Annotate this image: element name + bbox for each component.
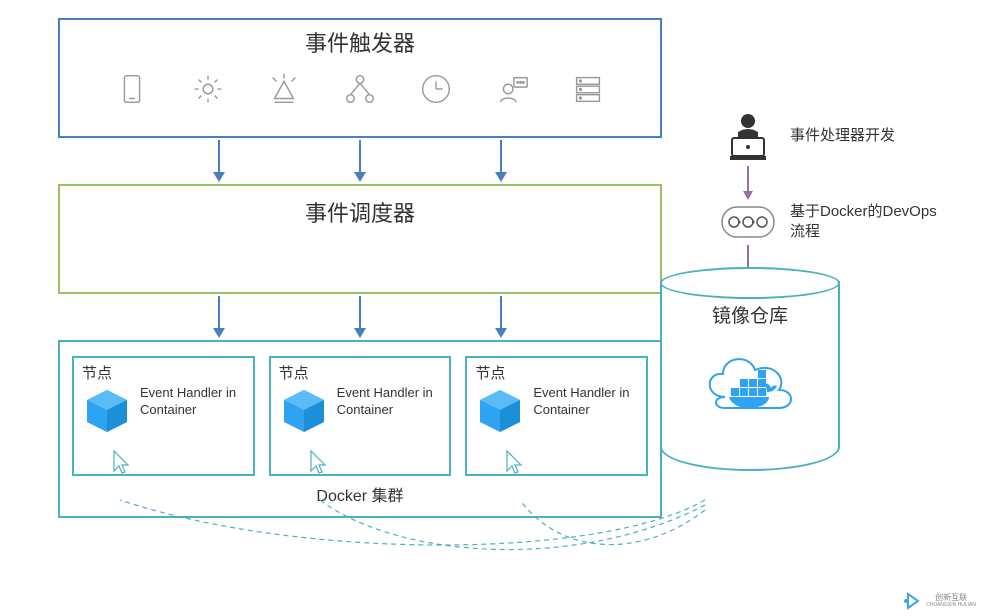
developer-item: 事件处理器开发 [720, 108, 895, 164]
cursor-icon [112, 449, 130, 480]
logo-icon [902, 590, 924, 612]
phone-icon [113, 70, 151, 113]
node-text: Event Handler in Container [140, 385, 245, 419]
developer-icon [720, 108, 776, 164]
node-label: 节点 [475, 362, 638, 383]
graph-icon [341, 70, 379, 113]
node-text: Event Handler in Container [337, 385, 442, 419]
arrow-down-icon [210, 294, 228, 340]
node-box: 节点 Event Handler in Container [465, 356, 648, 476]
arrow-down-icon [351, 294, 369, 340]
cluster-label: Docker 集群 [72, 482, 648, 506]
devops-text: 基于Docker的DevOps流程 [790, 202, 940, 243]
pipeline-icon [720, 205, 776, 239]
logo-text: 创新互联 CHUANGXIN HULIAN [926, 594, 976, 608]
developer-text: 事件处理器开发 [790, 126, 895, 146]
cursor-icon [505, 449, 523, 480]
cube-icon [475, 385, 525, 435]
brand-sub: CHUANGXIN HULIAN [926, 603, 976, 608]
cube-icon [82, 385, 132, 435]
scheduler-box: 事件调度器 [58, 184, 662, 294]
docker-cluster-box: 节点 Event Handler in Container 节点 Event H… [58, 340, 662, 518]
chat-user-icon [493, 70, 531, 113]
devops-item: 基于Docker的DevOps流程 [720, 202, 940, 243]
arrow-down-icon [351, 138, 369, 184]
right-column: 事件处理器开发 基于Docker的DevOps流程 镜像仓库 [720, 108, 970, 471]
trigger-title: 事件触发器 [305, 26, 415, 58]
clock-icon [417, 70, 455, 113]
scheduler-title: 事件调度器 [305, 196, 415, 228]
node-label: 节点 [279, 362, 442, 383]
arrows-trigger-to-scheduler [58, 138, 662, 184]
server-icon [569, 70, 607, 113]
arrows-scheduler-to-cluster [58, 294, 662, 340]
mirror-title: 镜像仓库 [712, 301, 788, 328]
cube-icon [279, 385, 329, 435]
node-label: 节点 [82, 362, 245, 383]
main-column: 事件触发器 事件调度器 节点 Event Handler [58, 18, 662, 518]
mirror-repo-cylinder: 镜像仓库 [660, 281, 840, 471]
nodes-row: 节点 Event Handler in Container 节点 Event H… [72, 356, 648, 476]
node-box: 节点 Event Handler in Container [269, 356, 452, 476]
node-text: Event Handler in Container [533, 385, 638, 419]
node-box: 节点 Event Handler in Container [72, 356, 255, 476]
arrow-down-icon [492, 294, 510, 340]
docker-cloud-icon [695, 342, 805, 427]
alert-icon [265, 70, 303, 113]
brand-logo: 创新互联 CHUANGXIN HULIAN [902, 590, 976, 612]
trigger-icons-row [113, 70, 607, 113]
event-trigger-box: 事件触发器 [58, 18, 662, 138]
arrow-down-icon [210, 138, 228, 184]
arrow-down-icon [492, 138, 510, 184]
arrow-down-icon [720, 164, 776, 202]
gear-icon [189, 70, 227, 113]
cursor-icon [309, 449, 327, 480]
